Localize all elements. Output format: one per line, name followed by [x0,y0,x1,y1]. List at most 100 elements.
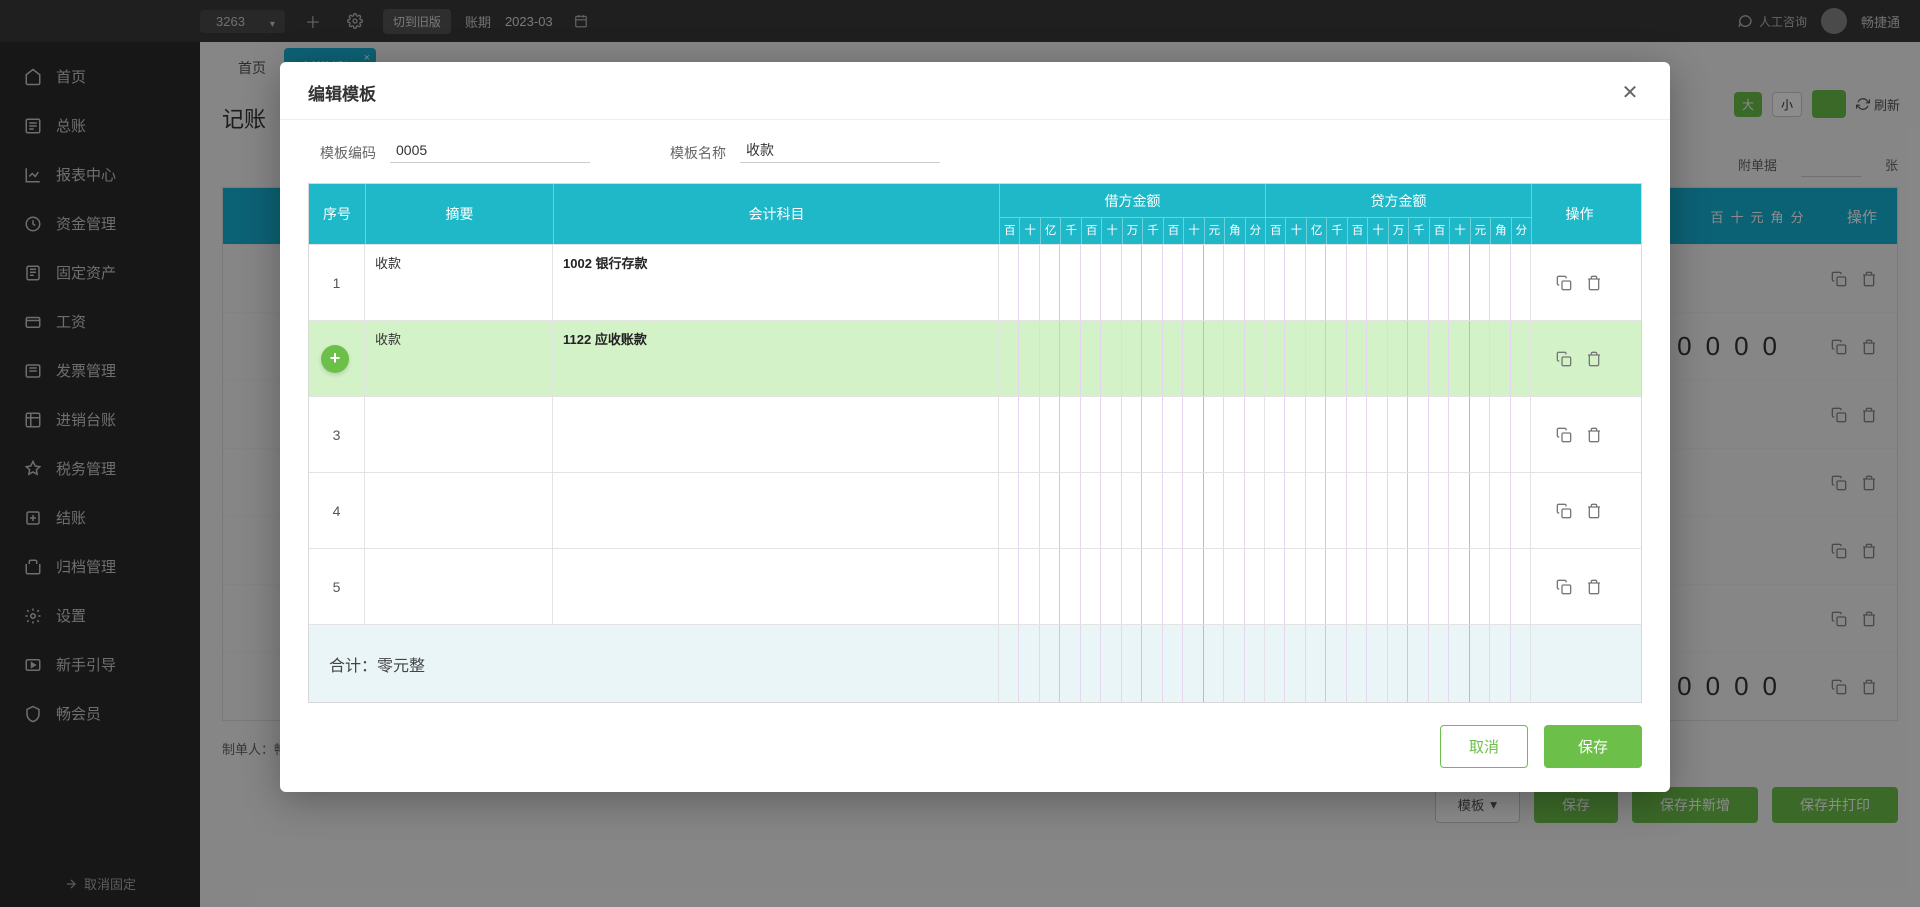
amount-cell[interactable] [1510,473,1530,548]
amount-cell[interactable] [1325,321,1345,396]
amount-cell[interactable] [1223,473,1243,548]
amount-cell[interactable] [1407,245,1427,320]
amount-cell[interactable] [1325,245,1345,320]
close-icon[interactable]: ✕ [1618,80,1642,105]
amount-cell[interactable] [1018,473,1038,548]
amount-cell[interactable] [1428,397,1448,472]
amount-cell[interactable] [1039,625,1059,702]
amount-cell[interactable] [1469,473,1489,548]
amount-cell[interactable] [1018,245,1038,320]
amount-cell[interactable] [1305,549,1325,624]
amount-cell[interactable] [1265,321,1284,396]
amount-cell[interactable] [1223,397,1243,472]
amount-cell[interactable] [1080,549,1100,624]
amount-cell[interactable] [1510,549,1530,624]
amount-cell[interactable] [999,397,1018,472]
amount-cell[interactable] [1141,473,1161,548]
amount-cell[interactable] [1059,321,1079,396]
amount-cell[interactable] [1407,549,1427,624]
copy-row-icon[interactable] [1556,427,1572,443]
cell-subject[interactable]: 1122 应收账款 [553,321,999,396]
amount-cell[interactable] [1284,549,1304,624]
amount-cell[interactable] [1489,397,1509,472]
amount-cell[interactable] [1387,549,1407,624]
amount-cell[interactable] [1039,549,1059,624]
amount-cell[interactable] [1244,549,1264,624]
amount-cell[interactable] [1018,625,1038,702]
amount-cell[interactable] [1305,473,1325,548]
amount-cell[interactable] [1162,625,1182,702]
amount-cell[interactable] [1162,397,1182,472]
cell-subject[interactable] [553,549,999,624]
amount-cell[interactable] [1223,245,1243,320]
amount-cell[interactable] [1387,625,1407,702]
amount-cell[interactable] [1284,397,1304,472]
amount-cell[interactable] [1141,625,1161,702]
amount-cell[interactable] [1182,473,1202,548]
amount-cell[interactable] [1428,625,1448,702]
amount-cell[interactable] [1203,321,1223,396]
amount-cell[interactable] [1018,397,1038,472]
amount-cell[interactable] [1223,549,1243,624]
amount-cell[interactable] [1121,473,1141,548]
amount-cell[interactable] [999,473,1018,548]
amount-cell[interactable] [1182,245,1202,320]
cell-credit[interactable] [1265,321,1531,396]
amount-cell[interactable] [1080,245,1100,320]
amount-cell[interactable] [1203,245,1223,320]
cell-summary[interactable] [365,397,553,472]
amount-cell[interactable] [1325,549,1345,624]
amount-cell[interactable] [1346,625,1366,702]
amount-cell[interactable] [1121,245,1141,320]
amount-cell[interactable] [1407,321,1427,396]
amount-cell[interactable] [1203,473,1223,548]
amount-cell[interactable] [1059,397,1079,472]
cell-credit[interactable] [1265,549,1531,624]
amount-cell[interactable] [1244,473,1264,548]
save-button[interactable]: 保存 [1544,725,1642,768]
amount-cell[interactable] [1448,625,1468,702]
amount-cell[interactable] [1039,473,1059,548]
amount-cell[interactable] [1141,549,1161,624]
amount-cell[interactable] [1121,397,1141,472]
amount-cell[interactable] [1100,549,1120,624]
amount-cell[interactable] [1265,245,1284,320]
amount-cell[interactable] [1100,473,1120,548]
amount-cell[interactable] [1366,245,1386,320]
amount-cell[interactable] [1366,321,1386,396]
amount-cell[interactable] [1059,625,1079,702]
amount-cell[interactable] [1121,321,1141,396]
amount-cell[interactable] [1284,625,1304,702]
delete-row-icon[interactable] [1586,275,1602,291]
amount-cell[interactable] [1223,321,1243,396]
amount-cell[interactable] [1325,397,1345,472]
cell-summary[interactable] [365,549,553,624]
template-code-input[interactable] [390,138,590,163]
amount-cell[interactable] [1100,625,1120,702]
amount-cell[interactable] [1182,549,1202,624]
amount-cell[interactable] [1428,321,1448,396]
amount-cell[interactable] [1121,625,1141,702]
amount-cell[interactable] [1489,625,1509,702]
amount-cell[interactable] [1080,397,1100,472]
cell-credit[interactable] [1265,397,1531,472]
amount-cell[interactable] [1182,625,1202,702]
amount-cell[interactable] [1265,473,1284,548]
amount-cell[interactable] [1100,245,1120,320]
amount-cell[interactable] [1162,549,1182,624]
amount-cell[interactable] [1510,397,1530,472]
amount-cell[interactable] [1284,473,1304,548]
amount-cell[interactable] [1489,549,1509,624]
amount-cell[interactable] [999,245,1018,320]
amount-cell[interactable] [1407,473,1427,548]
cell-summary[interactable] [365,473,553,548]
amount-cell[interactable] [1265,397,1284,472]
amount-cell[interactable] [1080,473,1100,548]
amount-cell[interactable] [1428,245,1448,320]
amount-cell[interactable] [1080,321,1100,396]
amount-cell[interactable] [1510,625,1530,702]
amount-cell[interactable] [1366,397,1386,472]
amount-cell[interactable] [1284,321,1304,396]
amount-cell[interactable] [1489,473,1509,548]
amount-cell[interactable] [1305,625,1325,702]
